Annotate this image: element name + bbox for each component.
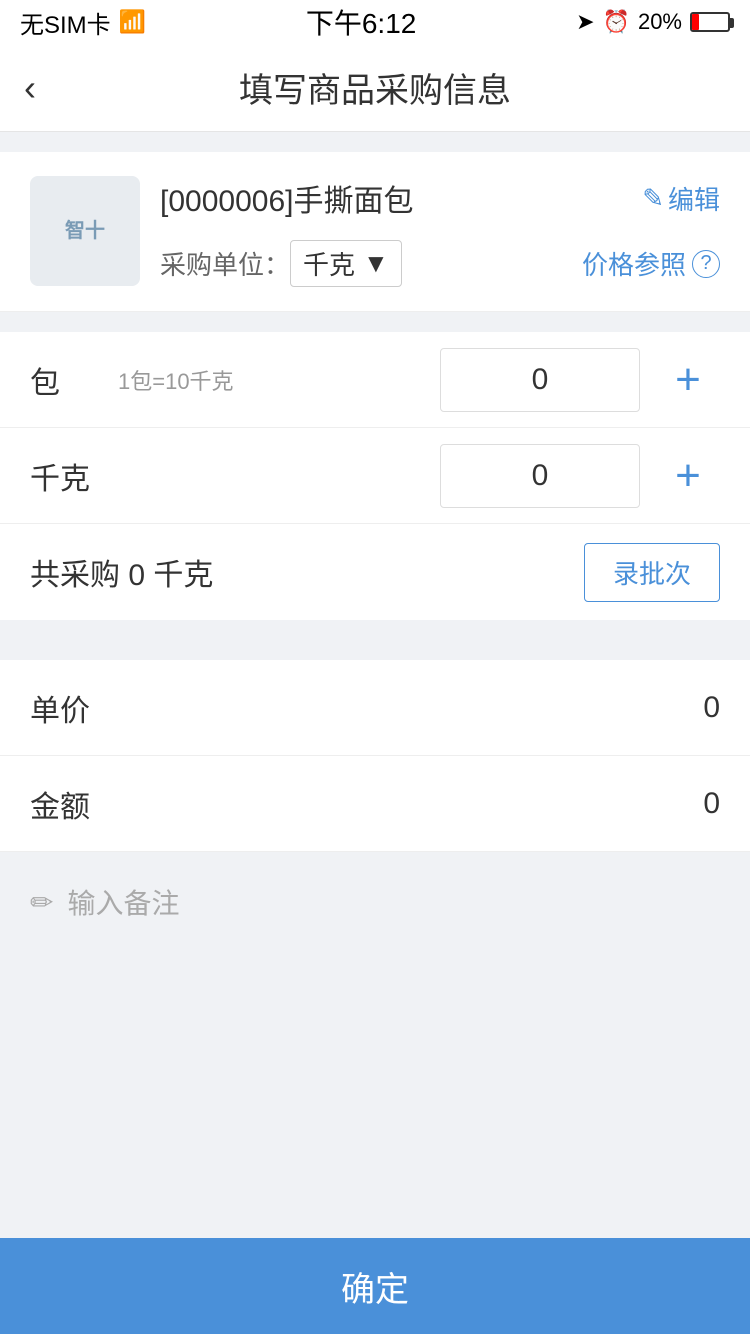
dropdown-icon: ▼ — [363, 248, 389, 279]
unit-price-row: 单价 0 — [0, 660, 750, 756]
confirm-button[interactable]: 确定 — [0, 1238, 750, 1334]
purchase-unit-label: 采购单位： — [160, 245, 290, 282]
status-right: ➤ ⏰ 20% — [576, 9, 730, 35]
kg-plus-button[interactable]: + — [656, 444, 720, 508]
bag-input-row: 包 1包=10千克 + — [0, 332, 750, 428]
unit-price-value: 0 — [703, 691, 720, 725]
bag-sublabel: 1包=10千克 — [118, 364, 234, 396]
bag-plus-button[interactable]: + — [656, 348, 720, 412]
product-name-row: [0000006]手撕面包 ✎ 编辑 — [160, 176, 720, 220]
product-name: [0000006]手撕面包 — [160, 176, 413, 220]
product-thumbnail: 智十 — [30, 176, 140, 286]
product-thumb-text: 智十 — [65, 218, 105, 244]
remark-section[interactable]: ✏ 输入备注 — [0, 852, 750, 1012]
amount-value: 0 — [703, 787, 720, 821]
amount-row: 金额 0 — [0, 756, 750, 852]
kg-input-row: 千克 + — [0, 428, 750, 524]
status-left: 无SIM卡 📶 — [20, 5, 146, 40]
status-time: 下午6:12 — [306, 2, 417, 42]
info-section: 单价 0 金额 0 — [0, 660, 750, 852]
unit-selector-wrap: 采购单位： 千克 ▼ — [160, 240, 402, 287]
remark-row: ✏ 输入备注 — [30, 882, 720, 922]
bag-quantity-input[interactable] — [440, 348, 640, 412]
remark-placeholder: 输入备注 — [67, 882, 179, 922]
record-batch-button[interactable]: 录批次 — [584, 543, 720, 602]
product-info: [0000006]手撕面包 ✎ 编辑 采购单位： 千克 ▼ 价格参照 ? — [160, 176, 720, 287]
purchase-unit-row: 采购单位： 千克 ▼ 价格参照 ? — [160, 240, 720, 287]
price-ref-button[interactable]: 价格参照 ? — [582, 245, 720, 282]
kg-field-wrap: + — [110, 444, 720, 508]
input-section: 包 1包=10千克 + 千克 + — [0, 332, 750, 524]
section-divider-2 — [0, 620, 750, 640]
alarm-icon: ⏰ — [603, 9, 630, 35]
product-card: 智十 [0000006]手撕面包 ✎ 编辑 采购单位： 千克 ▼ 价格参照 ? — [0, 152, 750, 312]
page-title: 填写商品采购信息 — [239, 63, 511, 112]
amount-label: 金额 — [30, 782, 90, 826]
bag-field-wrap: + — [254, 348, 720, 412]
battery-icon — [690, 12, 730, 32]
bag-label: 包 — [30, 358, 110, 402]
edit-button[interactable]: ✎ 编辑 — [642, 180, 720, 217]
location-icon: ➤ — [576, 9, 594, 35]
edit-icon: ✎ — [642, 183, 664, 214]
kg-quantity-input[interactable] — [440, 444, 640, 508]
battery-percent: 20% — [638, 9, 682, 35]
unit-price-label: 单价 — [30, 686, 90, 730]
section-divider-1 — [0, 312, 750, 332]
nav-bar: ‹ 填写商品采购信息 — [0, 44, 750, 132]
unit-select[interactable]: 千克 ▼ — [290, 240, 402, 287]
kg-label: 千克 — [30, 454, 110, 498]
back-button[interactable]: ‹ — [24, 67, 36, 109]
summary-text: 共采购 0 千克 — [30, 550, 213, 594]
price-ref-help-icon: ? — [692, 250, 720, 278]
carrier-text: 无SIM卡 — [20, 5, 111, 40]
pencil-icon: ✏ — [30, 886, 53, 919]
summary-row: 共采购 0 千克 录批次 — [0, 524, 750, 620]
wifi-icon: 📶 — [119, 9, 146, 35]
status-bar: 无SIM卡 📶 下午6:12 ➤ ⏰ 20% — [0, 0, 750, 44]
